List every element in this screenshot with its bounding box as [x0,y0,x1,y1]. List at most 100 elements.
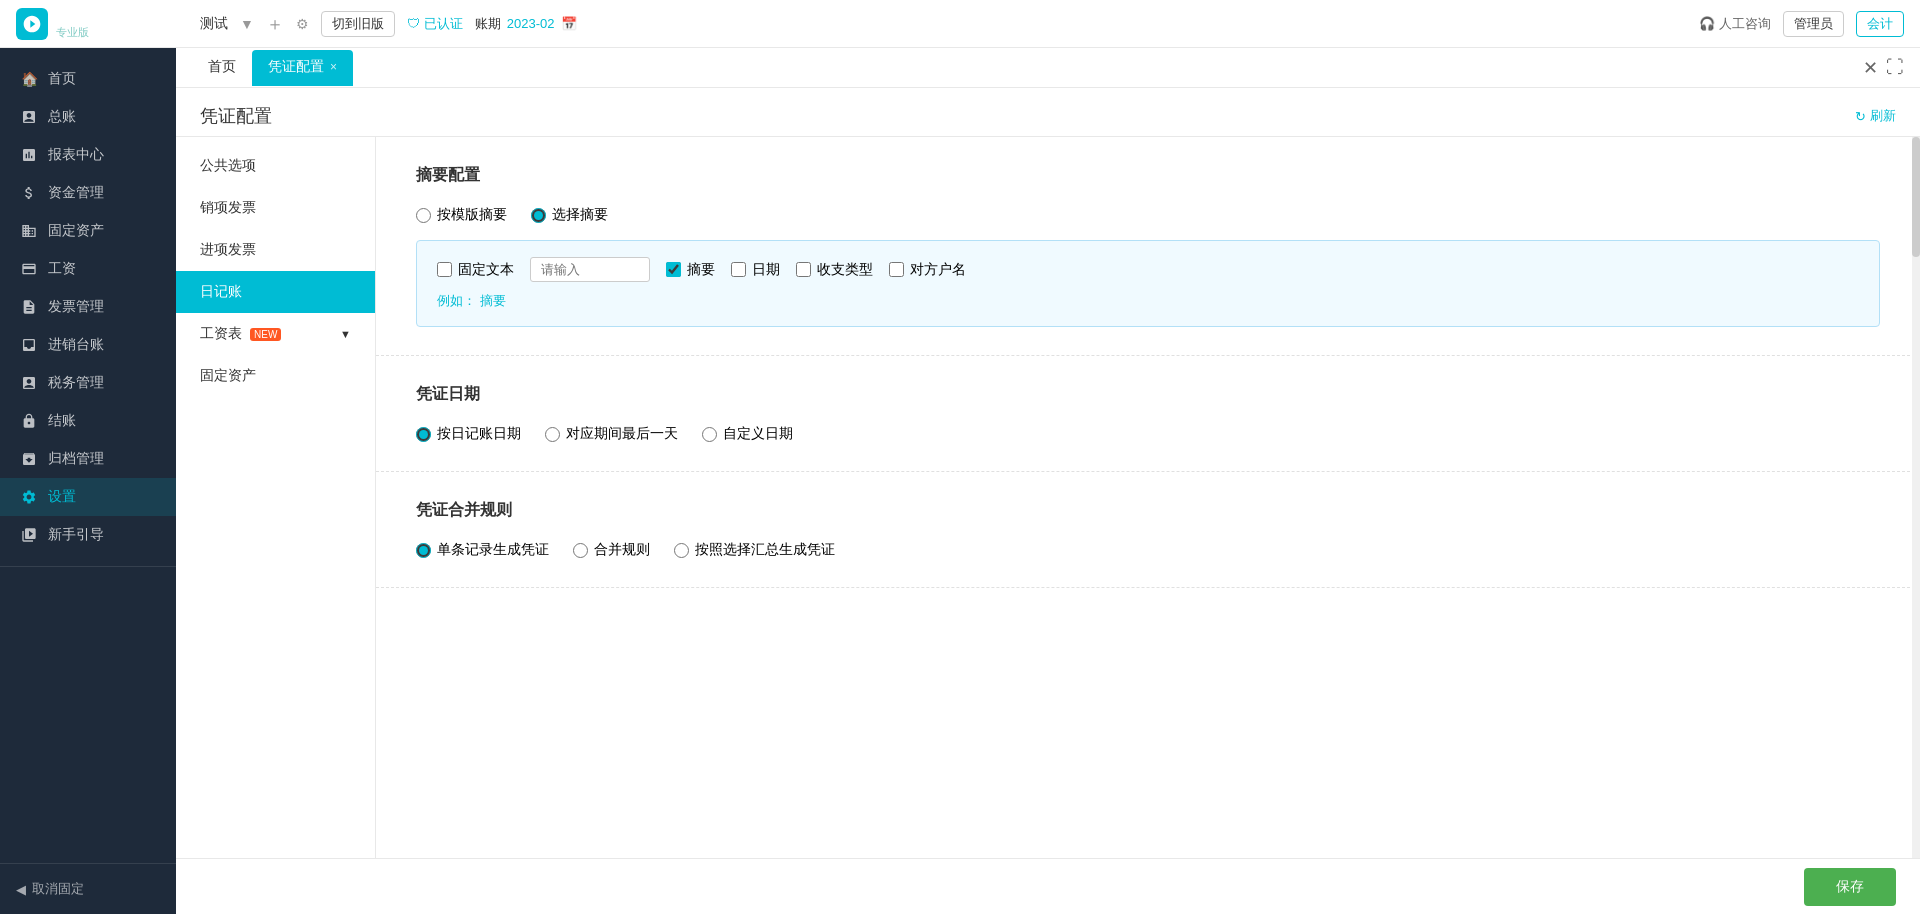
asset-icon [20,222,38,240]
page-header: 凭证配置 ↻ 刷新 [176,88,1920,137]
user-button[interactable]: 管理员 [1783,11,1844,37]
sidebar-item-ledger[interactable]: 总账 [0,98,176,136]
role-button[interactable]: 会计 [1856,11,1904,37]
sidebar-item-fund[interactable]: 资金管理 [0,174,176,212]
left-nav: 公共选项 销项发票 进项发票 日记账 工资表 [176,137,376,858]
trade-icon [20,336,38,354]
sidebar-bottom: ◀ 取消固定 [0,863,176,914]
sidebar-nav: 🏠 首页 总账 报表中心 [0,48,176,567]
refresh-button[interactable]: ↻ 刷新 [1855,107,1896,125]
sidebar-item-tax[interactable]: 税务管理 [0,364,176,402]
archive-icon [20,450,38,468]
sidebar-item-asset[interactable]: 固定资产 [0,212,176,250]
settings-panel: 摘要配置 按模版摘要 选择摘要 [376,137,1920,858]
tab-voucher-config[interactable]: 凭证配置 × [252,50,353,86]
logo-subtitle: 专业版 [56,25,134,39]
merge-section: 凭证合并规则 单条记录生成凭证 合并规则 [376,472,1920,588]
sidebar-item-invoice[interactable]: 发票管理 [0,288,176,326]
unpin-icon: ◀ [16,882,26,897]
logo-area: 畅捷通好会计 专业版 [16,8,192,40]
new-badge: NEW [250,328,281,341]
settings-nav-icon [20,488,38,506]
calendar-icon[interactable]: 📅 [561,16,577,31]
date-radio-period-last[interactable]: 对应期间最后一天 [545,425,678,443]
tax-icon [20,374,38,392]
switch-version-button[interactable]: 切到旧版 [321,11,395,37]
date-section: 凭证日期 按日记账日期 对应期间最后一天 [376,356,1920,472]
company-name: 测试 [200,15,228,33]
checkbox-date[interactable]: 日期 [731,261,780,279]
refresh-icon: ↻ [1855,109,1866,124]
left-nav-purchase-invoice[interactable]: 进项发票 [176,229,375,271]
scrollbar-track[interactable] [1912,137,1920,858]
top-right: 🎧 人工咨询 管理员 会计 [1699,11,1904,37]
home-icon: 🏠 [20,70,38,88]
left-nav-sales-invoice[interactable]: 销项发票 [176,187,375,229]
date-title: 凭证日期 [416,384,1880,405]
save-button[interactable]: 保存 [1804,868,1896,906]
sidebar-item-trade[interactable]: 进销台账 [0,326,176,364]
tab-close-icon[interactable]: × [330,60,337,74]
checkbox-counterpart[interactable]: 对方户名 [889,261,966,279]
guide-icon [20,526,38,544]
sidebar-item-payroll[interactable]: 工资 [0,250,176,288]
merge-radio-group: 单条记录生成凭证 合并规则 按照选择汇总生成凭证 [416,541,1880,559]
left-nav-fixed-asset[interactable]: 固定资产 [176,355,375,397]
summary-config-box: 固定文本 摘要 日期 [416,240,1880,327]
sidebar-item-settings[interactable]: 设置 [0,478,176,516]
headset-icon: 🎧 [1699,16,1715,31]
add-icon[interactable]: ＋ [266,12,284,36]
date-radio-group: 按日记账日期 对应期间最后一天 自定义日期 [416,425,1880,443]
merge-radio-single[interactable]: 单条记录生成凭证 [416,541,549,559]
sidebar-item-close[interactable]: 结账 [0,402,176,440]
expand-icon: ▼ [340,328,351,340]
sidebar-item-report[interactable]: 报表中心 [0,136,176,174]
sidebar: 🏠 首页 总账 报表中心 [0,48,176,914]
date-radio-journal[interactable]: 按日记账日期 [416,425,521,443]
settings-icon[interactable]: ⚙ [296,16,309,32]
summary-radio-template[interactable]: 按模版摘要 [416,206,507,224]
merge-radio-rule[interactable]: 合并规则 [573,541,650,559]
top-nav: 测试 ▼ ＋ ⚙ 切到旧版 🛡 已认证 账期 2023-02 📅 [192,11,1699,37]
logo-title: 畅捷通好会计 [56,8,134,25]
page-title: 凭证配置 [200,104,272,128]
summary-title: 摘要配置 [416,165,1880,186]
payroll-icon [20,260,38,278]
shield-icon: 🛡 [407,16,420,31]
bottom-bar: 保存 [176,858,1920,914]
report-icon [20,146,38,164]
invoice-icon [20,298,38,316]
fixed-text-input[interactable] [530,257,650,282]
consult-button[interactable]: 🎧 人工咨询 [1699,15,1771,33]
merge-radio-select[interactable]: 按照选择汇总生成凭证 [674,541,835,559]
close-accounts-icon [20,412,38,430]
sidebar-item-archive[interactable]: 归档管理 [0,440,176,478]
sidebar-item-guide[interactable]: 新手引导 [0,516,176,554]
left-nav-journal[interactable]: 日记账 [176,271,375,313]
tab-home[interactable]: 首页 [192,50,252,86]
chevron-down-icon[interactable]: ▼ [240,16,254,32]
checkbox-pay-type[interactable]: 收支类型 [796,261,873,279]
checkbox-summary[interactable]: 摘要 [666,261,715,279]
expand-panel-button[interactable]: ⛶ [1886,57,1904,78]
tab-bar: 首页 凭证配置 × ✕ ⛶ [176,48,1920,88]
ledger-icon [20,108,38,126]
example-text: 例如： 摘要 [437,292,1859,310]
sidebar-item-home[interactable]: 🏠 首页 [0,60,176,98]
summary-section: 摘要配置 按模版摘要 选择摘要 [376,137,1920,356]
checkbox-fixed-text[interactable]: 固定文本 [437,261,514,279]
scrollbar-thumb[interactable] [1912,137,1920,257]
left-nav-public[interactable]: 公共选项 [176,145,375,187]
date-radio-custom[interactable]: 自定义日期 [702,425,793,443]
left-nav-payroll-table[interactable]: 工资表 NEW ▼ [176,313,375,355]
summary-config-row: 固定文本 摘要 日期 [437,257,1859,282]
cancel-fixed-button[interactable]: ◀ 取消固定 [0,872,176,906]
tab-right-actions: ✕ ⛶ [1863,57,1904,79]
merge-title: 凭证合并规则 [416,500,1880,521]
summary-radio-group: 按模版摘要 选择摘要 [416,206,1880,224]
verified-badge: 🛡 已认证 [407,15,463,33]
fund-icon [20,184,38,202]
summary-radio-select[interactable]: 选择摘要 [531,206,608,224]
close-panel-button[interactable]: ✕ [1863,57,1878,79]
logo-icon [16,8,48,40]
